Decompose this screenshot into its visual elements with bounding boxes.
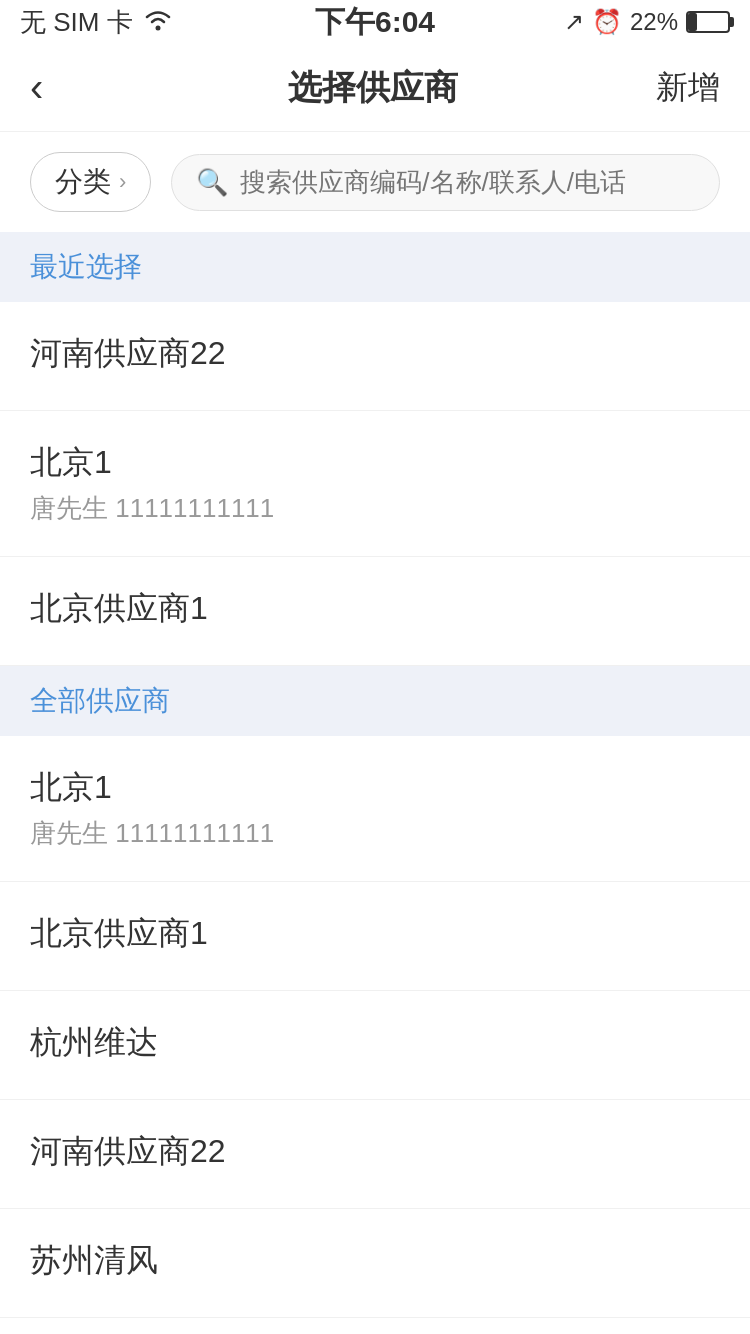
page-title: 选择供应商 — [288, 65, 458, 111]
chevron-right-icon: › — [119, 169, 126, 195]
item-name: 北京1 — [30, 766, 720, 810]
all-section-label: 全部供应商 — [30, 685, 170, 716]
status-right: ↗ ⏰ 22% — [564, 8, 730, 36]
item-name: 杭州维达 — [30, 1021, 720, 1065]
wifi-icon — [143, 7, 173, 38]
alarm-icon: ⏰ — [592, 8, 622, 36]
list-item[interactable]: 河南供应商22 — [0, 302, 750, 411]
item-name: 北京1 — [30, 441, 720, 485]
all-list: 北京1 唐先生 11111111111 北京供应商1 杭州维达河南供应商22 苏州清风 — [0, 736, 750, 1318]
list-item[interactable]: 北京1 唐先生 11111111111 — [0, 411, 750, 557]
nav-bar: ‹ 选择供应商 新增 — [0, 44, 750, 132]
sim-label: 无 SIM 卡 — [20, 5, 133, 40]
add-button[interactable]: 新增 — [656, 66, 720, 110]
search-icon: 🔍 — [196, 167, 228, 198]
category-button[interactable]: 分类 › — [30, 152, 151, 212]
battery-percentage: 22% — [630, 8, 678, 36]
item-sub: 唐先生 11111111111 — [30, 491, 720, 526]
list-item[interactable]: 杭州维达 — [0, 991, 750, 1100]
list-item[interactable]: 北京供应商1 — [0, 882, 750, 991]
all-section-header: 全部供应商 — [0, 666, 750, 736]
recent-section-header: 最近选择 — [0, 232, 750, 302]
status-bar: 无 SIM 卡 下午6:04 ↗ ⏰ 22% — [0, 0, 750, 44]
recent-list: 河南供应商22 北京1 唐先生 11111111111 北京供应商1 — [0, 302, 750, 666]
list-item[interactable]: 北京供应商1 — [0, 557, 750, 666]
status-time: 下午6:04 — [315, 2, 435, 43]
battery-icon — [686, 11, 730, 33]
back-button[interactable]: ‹ — [30, 65, 90, 110]
list-item[interactable]: 苏州清风 — [0, 1209, 750, 1318]
list-item[interactable]: 北京1 唐先生 11111111111 — [0, 736, 750, 882]
location-icon: ↗ — [564, 8, 584, 36]
svg-point-0 — [155, 25, 160, 30]
item-name: 北京供应商1 — [30, 912, 720, 956]
status-left: 无 SIM 卡 — [20, 5, 173, 40]
item-name: 苏州清风 — [30, 1239, 720, 1283]
filter-bar: 分类 › 🔍 — [0, 132, 750, 232]
search-input[interactable] — [240, 167, 695, 198]
item-name: 北京供应商1 — [30, 587, 720, 631]
item-name: 河南供应商22 — [30, 1130, 720, 1174]
recent-section-label: 最近选择 — [30, 251, 142, 282]
search-box[interactable]: 🔍 — [171, 154, 720, 211]
item-name: 河南供应商22 — [30, 332, 720, 376]
category-label: 分类 — [55, 163, 111, 201]
list-item[interactable]: 河南供应商22 — [0, 1100, 750, 1209]
item-sub: 唐先生 11111111111 — [30, 816, 720, 851]
